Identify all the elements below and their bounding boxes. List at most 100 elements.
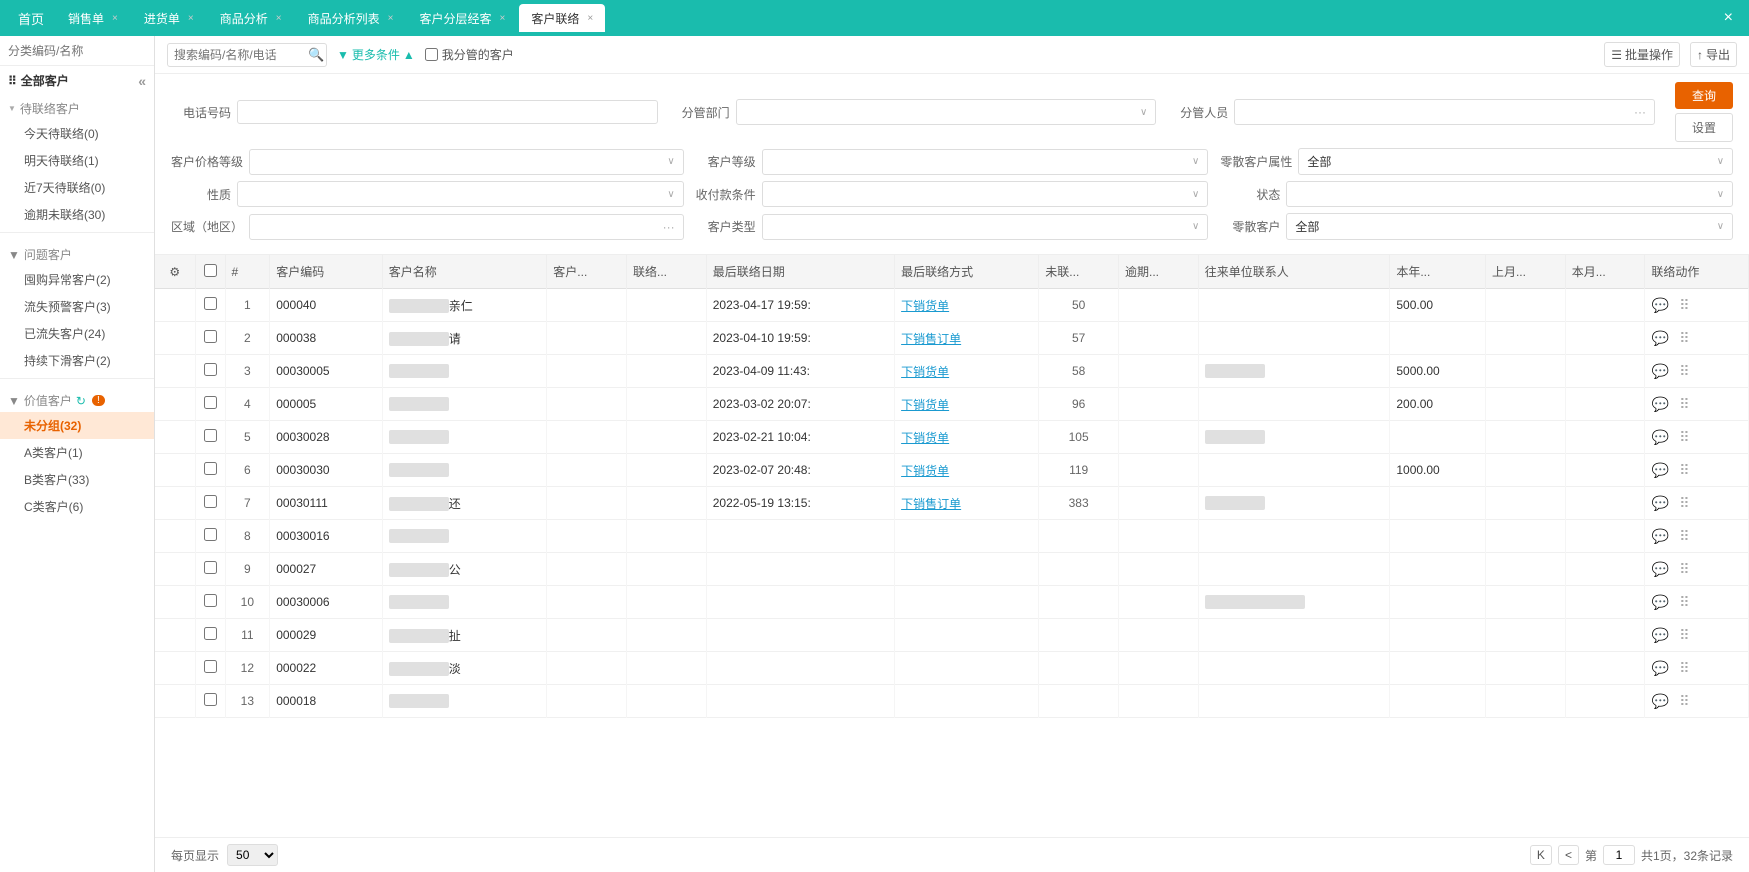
row-checkbox[interactable] [204,528,217,541]
nature-select[interactable]: ∨ [237,181,684,207]
grid-action-icon[interactable]: ⠿ [1675,560,1693,578]
page-size-select[interactable]: 50 20 100 [227,844,278,866]
department-select[interactable]: ∨ [736,99,1157,125]
close-customer-tier-icon[interactable]: × [499,13,505,24]
home-tab[interactable]: 首页 [8,9,54,28]
tab-customer-contact[interactable]: 客户联络 × [519,4,605,32]
prev-page-btn[interactable]: < [1558,845,1579,865]
export-btn[interactable]: ↑ 导出 [1690,42,1737,67]
sidebar-item-declining[interactable]: 持续下滑客户(2) [0,347,154,374]
price-level-select[interactable]: ∨ [249,149,684,175]
message-action-icon[interactable]: 💬 [1651,329,1669,347]
method-link[interactable]: 下销货单 [901,398,949,412]
method-link[interactable]: 下销货单 [901,431,949,445]
top-close-button[interactable]: × [1716,9,1741,27]
manager-dots-icon[interactable]: ··· [1634,105,1646,119]
sidebar-collapse-icon[interactable]: « [138,73,146,89]
gear-icon[interactable]: ⚙ [169,265,180,279]
status-select[interactable]: ∨ [1286,181,1733,207]
select-all-checkbox[interactable] [204,264,217,277]
region-dots-icon[interactable]: ··· [663,220,675,234]
method-link[interactable]: 下销货单 [901,464,949,478]
sidebar-search-input[interactable] [8,44,155,58]
close-product-analysis-list-icon[interactable]: × [388,13,394,24]
close-sales-order-icon[interactable]: × [112,13,118,24]
message-action-icon[interactable]: 💬 [1651,494,1669,512]
batch-ops-btn[interactable]: ☰ 批量操作 [1604,42,1680,67]
refresh-icon[interactable]: ↻ [76,394,86,408]
method-link[interactable]: 下销售订单 [901,332,961,346]
settings-col-header[interactable]: ⚙ [155,255,195,289]
first-page-btn[interactable]: K [1530,845,1552,865]
row-checkbox[interactable] [204,330,217,343]
query-button[interactable]: 查询 [1675,82,1733,109]
sidebar-item-churned[interactable]: 已流失客户(24) [0,320,154,347]
sidebar-item-class-b[interactable]: B类客户(33) [0,466,154,493]
message-action-icon[interactable]: 💬 [1651,659,1669,677]
message-action-icon[interactable]: 💬 [1651,395,1669,413]
row-checkbox[interactable] [204,396,217,409]
method-link[interactable]: 下销货单 [901,365,949,379]
grid-action-icon[interactable]: ⠿ [1675,395,1693,413]
grid-action-icon[interactable]: ⠿ [1675,428,1693,446]
row-checkbox[interactable] [204,429,217,442]
row-checkbox[interactable] [204,297,217,310]
sidebar-item-today-pending[interactable]: 今天待联络(0) [0,120,154,147]
page-number-input[interactable] [1603,845,1635,865]
message-action-icon[interactable]: 💬 [1651,428,1669,446]
message-action-icon[interactable]: 💬 [1651,461,1669,479]
sidebar-item-7days-pending[interactable]: 近7天待联络(0) [0,174,154,201]
all-customers-header[interactable]: ⠿ 全部客户 « [0,66,154,95]
search-icon[interactable]: 🔍 [308,47,324,63]
grid-action-icon[interactable]: ⠿ [1675,494,1693,512]
tab-customer-tier[interactable]: 客户分层经客 × [407,4,517,32]
row-checkbox[interactable] [204,462,217,475]
method-link[interactable]: 下销售订单 [901,497,961,511]
close-product-analysis-icon[interactable]: × [276,13,282,24]
tab-product-analysis-list[interactable]: 商品分析列表 × [296,4,406,32]
search-input[interactable] [174,48,304,62]
manager-select[interactable]: ··· [1234,99,1655,125]
sidebar-item-class-a[interactable]: A类客户(1) [0,439,154,466]
grid-action-icon[interactable]: ⠿ [1675,362,1693,380]
sidebar-item-class-c[interactable]: C类客户(6) [0,493,154,520]
row-checkbox[interactable] [204,660,217,673]
region-select[interactable]: ··· [249,214,684,240]
sidebar-item-overdue-pending[interactable]: 逾期未联络(30) [0,201,154,228]
message-action-icon[interactable]: 💬 [1651,362,1669,380]
close-customer-contact-icon[interactable]: × [587,13,593,24]
grid-action-icon[interactable]: ⠿ [1675,296,1693,314]
row-checkbox[interactable] [204,594,217,607]
customer-level-select[interactable]: ∨ [762,149,1209,175]
message-action-icon[interactable]: 💬 [1651,593,1669,611]
row-checkbox[interactable] [204,561,217,574]
message-action-icon[interactable]: 💬 [1651,560,1669,578]
grid-action-icon[interactable]: ⠿ [1675,527,1693,545]
grid-action-icon[interactable]: ⠿ [1675,659,1693,677]
sidebar-item-tomorrow-pending[interactable]: 明天待联络(1) [0,147,154,174]
row-checkbox[interactable] [204,693,217,706]
message-action-icon[interactable]: 💬 [1651,296,1669,314]
row-checkbox[interactable] [204,495,217,508]
grid-action-icon[interactable]: ⠿ [1675,461,1693,479]
grid-action-icon[interactable]: ⠿ [1675,626,1693,644]
my-customers-check[interactable] [425,48,438,61]
message-action-icon[interactable]: 💬 [1651,692,1669,710]
tab-product-analysis[interactable]: 商品分析 × [208,4,294,32]
more-conditions-btn[interactable]: ▼ 更多条件 ▲ [337,46,415,63]
row-checkbox[interactable] [204,627,217,640]
reset-button[interactable]: 设置 [1675,113,1733,142]
retail-attr-select[interactable]: 全部 ∨ [1298,148,1733,175]
method-link[interactable]: 下销货单 [901,299,949,313]
sidebar-item-churn-warning[interactable]: 流失预警客户(3) [0,293,154,320]
tab-purchase-order[interactable]: 进货单 × [132,4,206,32]
grid-action-icon[interactable]: ⠿ [1675,593,1693,611]
tab-sales-order[interactable]: 销售单 × [56,4,130,32]
retail-customer-select[interactable]: 全部 ∨ [1286,213,1733,240]
sidebar-item-hoarding-abnormal[interactable]: 囤购异常客户(2) [0,266,154,293]
payment-terms-select[interactable]: ∨ [762,181,1209,207]
message-action-icon[interactable]: 💬 [1651,626,1669,644]
sidebar-item-ungrouped[interactable]: 未分组(32) [0,412,154,439]
grid-action-icon[interactable]: ⠿ [1675,692,1693,710]
customer-type-select[interactable]: ∨ [762,214,1209,240]
